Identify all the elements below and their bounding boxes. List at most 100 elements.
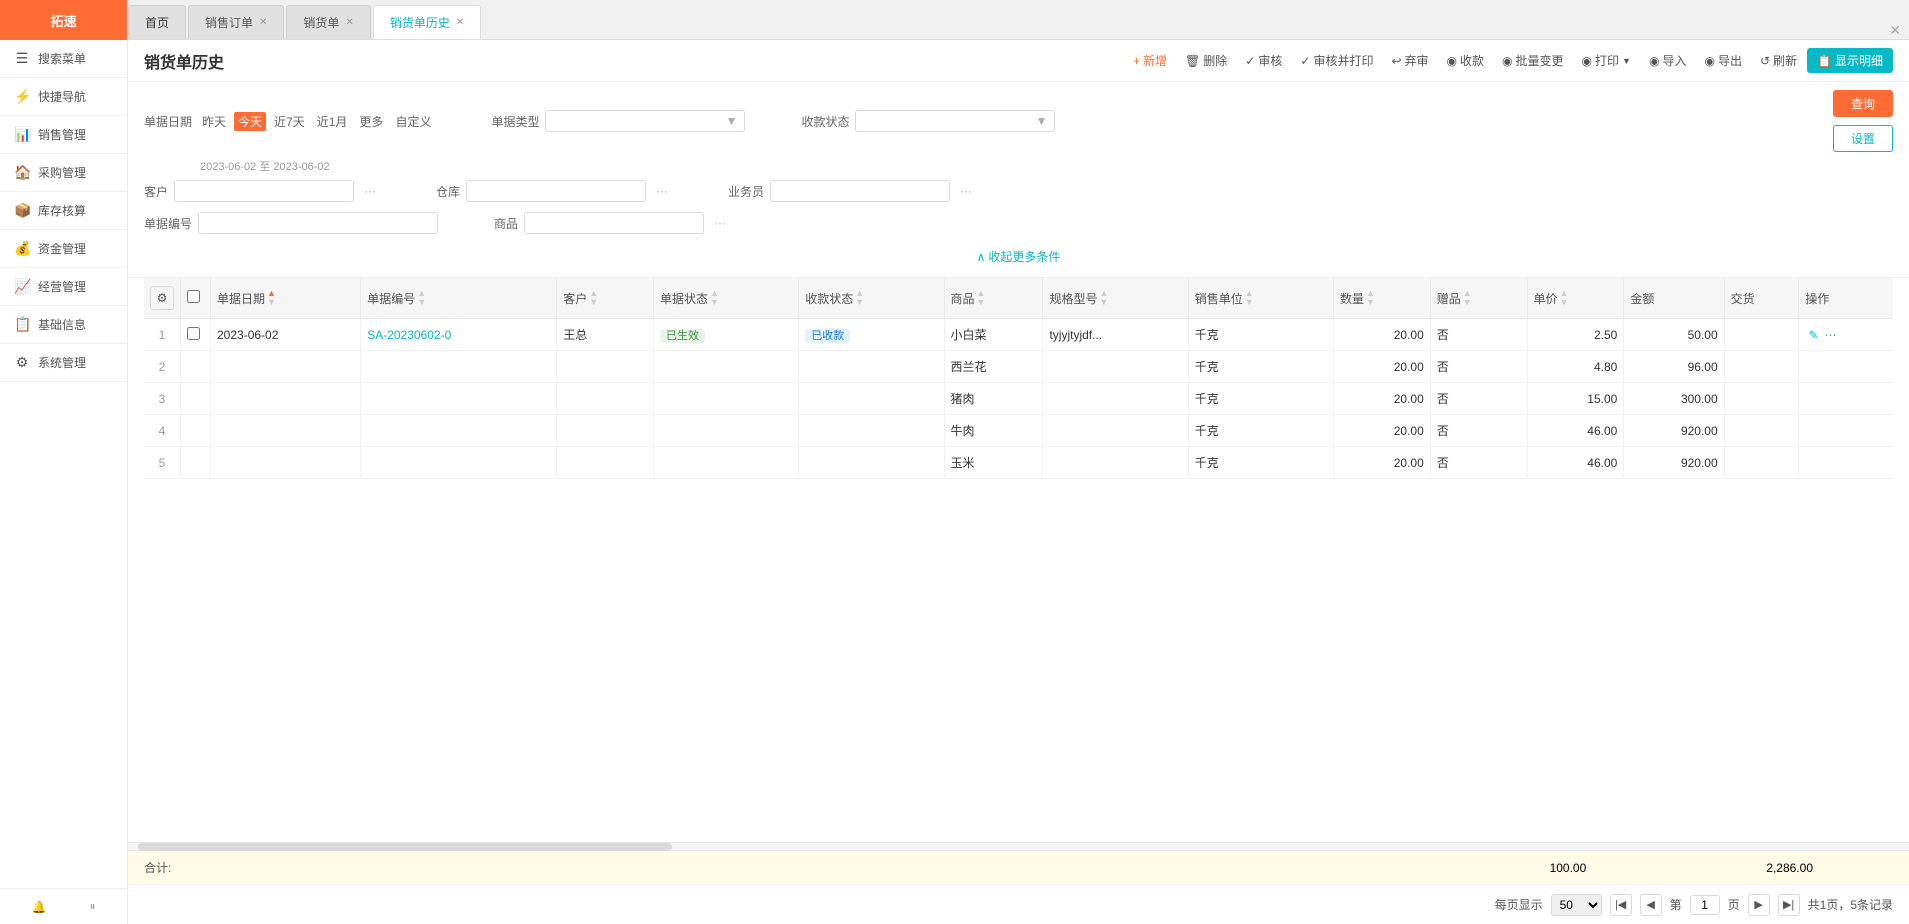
date-shortcut-today[interactable]: 今天	[234, 112, 266, 131]
date-shortcut-yesterday[interactable]: 昨天	[198, 112, 230, 131]
th-qty-label: 数量	[1340, 290, 1364, 307]
row-transaction	[1724, 447, 1799, 479]
sidebar-item-sys-mgmt[interactable]: ⚙ 系统管理	[0, 344, 127, 382]
horizontal-scrollbar[interactable]	[128, 842, 1909, 850]
sort-customer[interactable]: 客户 ▲▼	[563, 289, 598, 307]
first-page-button[interactable]: |◀	[1610, 894, 1632, 916]
salesperson-input[interactable]	[770, 180, 950, 202]
sort-gift[interactable]: 赠品 ▲▼	[1437, 289, 1472, 307]
sort-doc-no[interactable]: 单据编号 ▲▼	[367, 289, 426, 307]
window-close-icon[interactable]: ✕	[1889, 22, 1901, 39]
sort-goods[interactable]: 商品 ▲▼	[951, 289, 986, 307]
date-shortcut-1month[interactable]: 近1月	[313, 112, 352, 131]
row-doc-date	[211, 415, 361, 447]
page-size-select[interactable]: 50 100 200	[1551, 894, 1602, 916]
row-transaction	[1724, 319, 1799, 351]
salesperson-dots[interactable]: ···	[956, 184, 976, 198]
sort-doc-status[interactable]: 单据状态 ▲▼	[660, 289, 719, 307]
date-shortcut-custom[interactable]: 自定义	[391, 112, 435, 131]
sort-icon: ▲▼	[417, 289, 426, 307]
sort-qty[interactable]: 数量 ▲▼	[1340, 289, 1375, 307]
select-all-checkbox[interactable]	[187, 290, 200, 303]
row-checkbox[interactable]	[187, 327, 200, 340]
close-icon[interactable]: ✕	[345, 18, 353, 28]
next-page-button[interactable]: ▶	[1748, 894, 1770, 916]
sort-payment-status[interactable]: 收款状态 ▲▼	[805, 289, 864, 307]
row-doc-no: SA-20230602-0	[361, 319, 557, 351]
query-button[interactable]: 查询	[1833, 90, 1893, 117]
setting-button[interactable]: 设置	[1833, 125, 1893, 152]
close-icon[interactable]: ✕	[259, 18, 267, 28]
page-number-input[interactable]	[1690, 895, 1720, 915]
filter-row-1: 单据日期 昨天 今天 近7天 近1月 更多 自定义 单据类型 ▼	[144, 90, 1893, 152]
sidebar-item-quick-nav[interactable]: ⚡ 快捷导航	[0, 78, 127, 116]
row-actions	[1799, 415, 1893, 447]
warehouse-dots[interactable]: ···	[652, 184, 672, 198]
date-shortcut-7days[interactable]: 近7天	[270, 112, 309, 131]
goods-input[interactable]	[524, 212, 704, 234]
refresh-button[interactable]: ↺ 刷新	[1752, 48, 1805, 73]
sort-unit-price[interactable]: 单价 ▲▼	[1534, 289, 1569, 307]
th-unit: 销售单位 ▲▼	[1188, 278, 1333, 319]
close-icon[interactable]: ✕	[456, 18, 464, 28]
more-actions-button[interactable]: ⋯	[1821, 328, 1839, 342]
row-checkbox-cell	[181, 383, 211, 415]
payment-status-input[interactable]	[855, 110, 1055, 132]
customer-dots[interactable]: ···	[360, 184, 380, 198]
goods-dots[interactable]: ···	[710, 216, 730, 230]
doc-type-input[interactable]	[545, 110, 745, 132]
tab-sales-order[interactable]: 销售订单 ✕	[188, 5, 284, 39]
edit-button[interactable]: ✎	[1805, 328, 1821, 342]
show-detail-button[interactable]: 📋 显示明细	[1807, 48, 1893, 73]
row-qty: 20.00	[1333, 415, 1430, 447]
row-checkbox-cell	[181, 319, 211, 351]
row-gift: 否	[1430, 415, 1527, 447]
prev-page-button[interactable]: ◀	[1640, 894, 1662, 916]
sort-spec[interactable]: 规格型号 ▲▼	[1049, 289, 1108, 307]
row-doc-status	[654, 415, 799, 447]
sidebar-item-purchase-mgmt[interactable]: 🏠 采购管理	[0, 154, 127, 192]
abandon-button[interactable]: ↩ 弃审	[1383, 48, 1436, 73]
tab-delivery-history[interactable]: 销货单历史 ✕	[373, 5, 481, 39]
row-amount: 920.00	[1624, 415, 1724, 447]
last-page-button[interactable]: ▶|	[1778, 894, 1800, 916]
sort-icon: ▲▼	[267, 289, 276, 307]
abandon-label: 弃审	[1405, 52, 1429, 69]
batch-change-button[interactable]: ◉ 批量变更	[1494, 48, 1572, 73]
plus-icon: +	[1133, 54, 1140, 68]
sort-doc-date[interactable]: 单据日期 ▲▼	[217, 289, 276, 307]
inventory-icon: 📦	[14, 202, 30, 219]
collect-button[interactable]: ◉ 收款	[1439, 48, 1493, 73]
table-row: 1 2023-06-02 SA-20230602-0 王总 已生效 已收款 小白…	[144, 319, 1893, 351]
doc-no-input[interactable]	[198, 212, 438, 234]
date-shortcut-more[interactable]: 更多	[355, 112, 387, 131]
new-button[interactable]: + 新增	[1125, 48, 1175, 73]
sidebar-item-ops-mgmt[interactable]: 📈 经营管理	[0, 268, 127, 306]
sidebar-item-search-menu[interactable]: ☰ 搜索菜单	[0, 40, 127, 78]
row-spec	[1043, 351, 1188, 383]
collapse-button[interactable]: ∧ 收起更多条件	[977, 248, 1061, 265]
sidebar-item-finance-mgmt[interactable]: 💰 资金管理	[0, 230, 127, 268]
warehouse-input[interactable]	[466, 180, 646, 202]
delete-button[interactable]: 🗑 删除	[1177, 48, 1235, 73]
audit-print-button[interactable]: ✓ 审核并打印	[1292, 48, 1381, 73]
sidebar-item-inventory[interactable]: 📦 库存核算	[0, 192, 127, 230]
pause-icon[interactable]: ⏸	[89, 899, 95, 914]
th-amount: 金额	[1624, 278, 1724, 319]
audit-button[interactable]: ✓ 审核	[1237, 48, 1290, 73]
payment-badge: 已收款	[805, 329, 850, 343]
collect-label: 收款	[1460, 52, 1484, 69]
print-button[interactable]: ◉ 打印 ▼	[1574, 48, 1639, 73]
import-button[interactable]: ◉ 导入	[1641, 48, 1695, 73]
table-settings-gear[interactable]: ⚙	[150, 286, 174, 310]
customer-input[interactable]	[174, 180, 354, 202]
sidebar-item-basic-info[interactable]: 📋 基础信息	[0, 306, 127, 344]
row-actions: ✎⋯	[1799, 319, 1893, 351]
scrollbar-thumb[interactable]	[138, 843, 672, 851]
export-button[interactable]: ◉ 导出	[1696, 48, 1750, 73]
tab-delivery[interactable]: 销货单 ✕	[286, 5, 370, 39]
notification-icon[interactable]: 🔔	[32, 900, 47, 914]
sidebar-item-sales-mgmt[interactable]: 📊 销售管理	[0, 116, 127, 154]
tab-home[interactable]: 首页	[128, 5, 186, 39]
sort-unit[interactable]: 销售单位 ▲▼	[1195, 289, 1254, 307]
